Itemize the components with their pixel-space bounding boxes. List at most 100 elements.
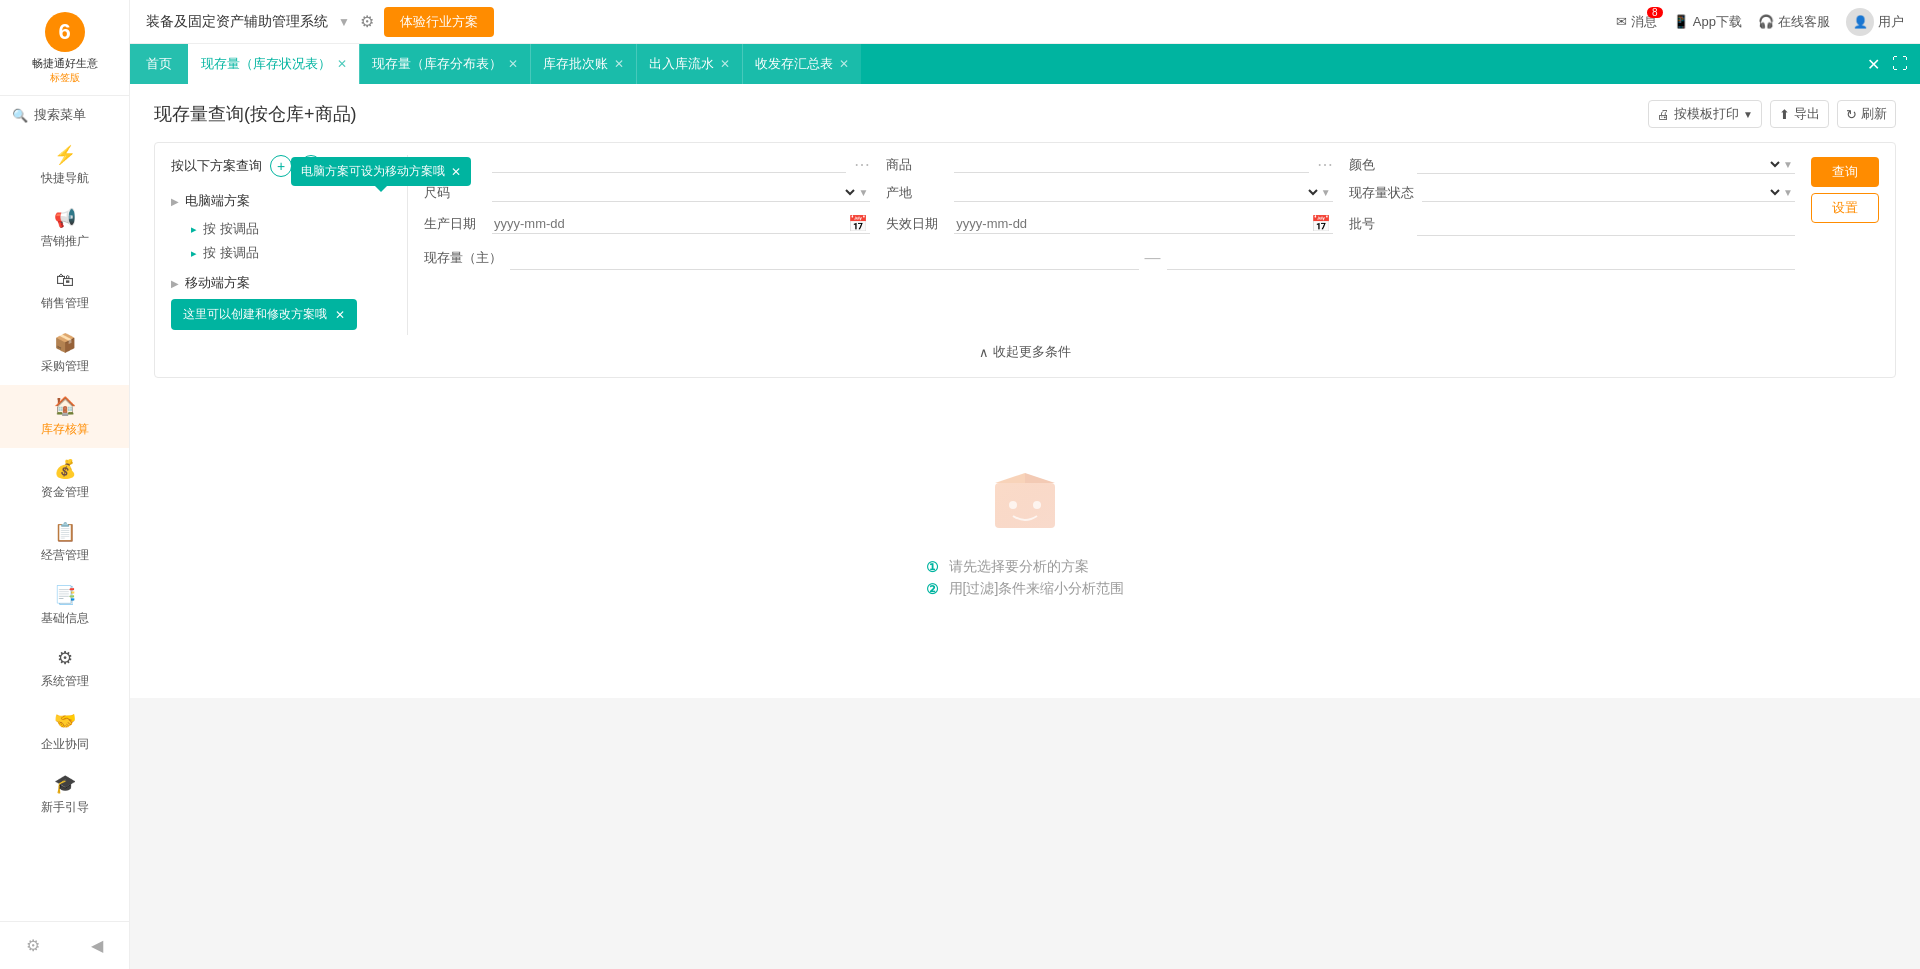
filter-color: 颜色 ▼ bbox=[1349, 155, 1795, 174]
filter-row-3: 生产日期 📅 失效日期 � bbox=[424, 212, 1795, 236]
mobile-scheme-node[interactable]: ▶ 移动端方案 bbox=[171, 271, 391, 295]
exp-date-label: 失效日期 bbox=[886, 215, 946, 233]
sidebar-item-zijin[interactable]: 💰 资金管理 bbox=[0, 448, 129, 511]
sidebar-item-kuaijie[interactable]: ⚡ 快捷导航 bbox=[0, 134, 129, 197]
tab-batch[interactable]: 库存批次账 ✕ bbox=[530, 44, 636, 84]
exp-date-start-wrap: 📅 bbox=[954, 214, 1332, 234]
tab-close-inout[interactable]: ✕ bbox=[720, 57, 730, 71]
filter-fields: 仓库 ⋯ 商品 bbox=[424, 155, 1795, 278]
content-area: 现存量查询(按仓库+商品) 🖨 按模板打印 ▼ ⬆ 导出 ↻ 刷新 bbox=[130, 84, 1920, 969]
pc-scheme-label: 电脑端方案 bbox=[185, 192, 250, 210]
settings-icon[interactable]: ⚙ bbox=[360, 12, 374, 31]
filter-row-4: 现存量（主） — bbox=[424, 246, 1795, 270]
message-button[interactable]: ✉ 消息 8 bbox=[1616, 13, 1657, 31]
origin-select[interactable] bbox=[956, 184, 1320, 201]
scheme-child-2[interactable]: ▸ 按 接调品 bbox=[191, 241, 391, 265]
size-select[interactable] bbox=[494, 184, 858, 201]
sidebar-item-xiaoshou[interactable]: 🛍 销售管理 bbox=[0, 260, 129, 322]
sidebar-nav: ⚡ 快捷导航 📢 营销推广 🛍 销售管理 📦 采购管理 🏠 库存核算 💰 资金管… bbox=[0, 134, 129, 921]
filter-exp-date: 失效日期 📅 bbox=[886, 212, 1332, 236]
tip1-num: ① bbox=[926, 559, 939, 575]
pc-scheme-node[interactable]: ▶ 电脑端方案 bbox=[171, 189, 391, 213]
filter-warehouse: 仓库 ⋯ bbox=[424, 155, 870, 174]
search-icon: 🔍 bbox=[12, 108, 28, 123]
collapse-label: 收起更多条件 bbox=[993, 343, 1071, 361]
search-menu-item[interactable]: 🔍 搜索菜单 bbox=[0, 96, 129, 134]
tab-maximize-button[interactable]: ⛶ bbox=[1888, 51, 1912, 77]
print-button[interactable]: 🖨 按模板打印 ▼ bbox=[1648, 100, 1762, 128]
filter-stock-status: 现存量状态 ▼ bbox=[1349, 184, 1795, 202]
tab-inventory-status[interactable]: 现存量（库存状况表） ✕ bbox=[188, 44, 359, 84]
batch-no-input[interactable] bbox=[1417, 212, 1795, 236]
tab-close-collect[interactable]: ✕ bbox=[839, 57, 849, 71]
stock-status-select[interactable] bbox=[1424, 184, 1783, 201]
nav-label: 资金管理 bbox=[41, 484, 89, 501]
collapse-sidebar-button[interactable]: ◀ bbox=[83, 932, 111, 959]
warehouse-dots[interactable]: ⋯ bbox=[854, 155, 870, 174]
collapse-button[interactable]: ∧ 收起更多条件 bbox=[967, 339, 1083, 365]
scheme-child-1[interactable]: ▸ 按 按调品 bbox=[191, 217, 391, 241]
sidebar-item-xinshou[interactable]: 🎓 新手引导 bbox=[0, 763, 129, 826]
handshake-icon: 🤝 bbox=[54, 710, 76, 732]
tab-close-batch[interactable]: ✕ bbox=[614, 57, 624, 71]
tooltip-scheme-text: 这里可以创建和修改方案哦 bbox=[183, 306, 327, 323]
sidebar-item-jichu[interactable]: 📑 基础信息 bbox=[0, 574, 129, 637]
sidebar-item-qiye[interactable]: 🤝 企业协同 bbox=[0, 700, 129, 763]
refresh-button[interactable]: ↻ 刷新 bbox=[1837, 100, 1896, 128]
sidebar-item-jingying[interactable]: 📋 经营管理 bbox=[0, 511, 129, 574]
origin-select-wrap: ▼ bbox=[954, 184, 1332, 202]
tab-collect[interactable]: 收发存汇总表 ✕ bbox=[742, 44, 861, 84]
tab-close-inventory-status[interactable]: ✕ bbox=[337, 57, 347, 71]
color-chevron: ▼ bbox=[1783, 159, 1793, 170]
prod-date-cal-icon[interactable]: 📅 bbox=[848, 214, 868, 233]
tab-inout[interactable]: 出入库流水 ✕ bbox=[636, 44, 742, 84]
online-service-button[interactable]: 🎧 在线客服 bbox=[1758, 13, 1830, 31]
origin-label: 产地 bbox=[886, 184, 946, 202]
money-icon: 💰 bbox=[54, 458, 76, 480]
page-header: 现存量查询(按仓库+商品) 🖨 按模板打印 ▼ ⬆ 导出 ↻ 刷新 bbox=[154, 100, 1896, 128]
set-button[interactable]: 设置 bbox=[1811, 193, 1879, 223]
industry-plan-button[interactable]: 体验行业方案 bbox=[384, 7, 494, 37]
tooltip-pc: 电脑方案可设为移动方案哦 ✕ bbox=[291, 157, 471, 186]
message-icon: ✉ bbox=[1616, 14, 1627, 29]
export-button[interactable]: ⬆ 导出 bbox=[1770, 100, 1829, 128]
stock-qty-end[interactable] bbox=[1167, 246, 1796, 270]
exp-date-cal-icon[interactable]: 📅 bbox=[1311, 214, 1331, 233]
system-title: 装备及固定资产辅助管理系统 bbox=[146, 13, 328, 31]
prod-date-start[interactable] bbox=[494, 216, 848, 231]
empty-text: ① 请先选择要分析的方案 ② 用[过滤]条件来缩小分析范围 bbox=[926, 554, 1125, 602]
refresh-icon: ↻ bbox=[1846, 107, 1857, 122]
tooltip-pc-close[interactable]: ✕ bbox=[451, 165, 461, 179]
tab-close-all-button[interactable]: ✕ bbox=[1863, 51, 1884, 78]
collapse-up-icon: ∧ bbox=[979, 345, 989, 360]
search-menu-label: 搜索菜单 bbox=[34, 106, 86, 124]
product-dots[interactable]: ⋯ bbox=[1317, 155, 1333, 174]
app-download-button[interactable]: 📱 App下载 bbox=[1673, 13, 1742, 31]
tab-home[interactable]: 首页 bbox=[130, 44, 188, 84]
sidebar-item-xitong[interactable]: ⚙ 系统管理 bbox=[0, 637, 129, 700]
tab-inventory-dist[interactable]: 现存量（库存分布表） ✕ bbox=[359, 44, 530, 84]
color-select[interactable] bbox=[1419, 156, 1783, 173]
user-menu[interactable]: 👤 用户 bbox=[1846, 8, 1904, 36]
user-avatar: 👤 bbox=[1846, 8, 1874, 36]
nav-label: 新手引导 bbox=[41, 799, 89, 816]
svg-point-1 bbox=[1009, 501, 1017, 509]
exp-date-start[interactable] bbox=[956, 216, 1310, 231]
tooltip-scheme-close[interactable]: ✕ bbox=[335, 308, 345, 322]
sidebar-item-caigou[interactable]: 📦 采购管理 bbox=[0, 322, 129, 385]
pc-arrow-icon: ▶ bbox=[171, 196, 179, 207]
stock-qty-start[interactable] bbox=[510, 246, 1139, 270]
tab-close-inventory-dist[interactable]: ✕ bbox=[508, 57, 518, 71]
add-scheme-button[interactable]: + bbox=[270, 155, 292, 177]
sidebar-item-yingxiao[interactable]: 📢 营销推广 bbox=[0, 197, 129, 260]
settings-button[interactable]: ⚙ bbox=[18, 932, 48, 959]
warehouse-input[interactable] bbox=[494, 157, 844, 172]
search-button[interactable]: 查询 bbox=[1811, 157, 1879, 187]
filter-prod-date: 生产日期 📅 bbox=[424, 212, 870, 236]
tab-bar: 首页 现存量（库存状况表） ✕ 现存量（库存分布表） ✕ 库存批次账 ✕ 出入库… bbox=[130, 44, 1920, 84]
sidebar-item-kucun[interactable]: 🏠 库存核算 bbox=[0, 385, 129, 448]
content-inner: 现存量查询(按仓库+商品) 🖨 按模板打印 ▼ ⬆ 导出 ↻ 刷新 bbox=[130, 84, 1920, 698]
top-header: 装备及固定资产辅助管理系统 ▼ ⚙ 体验行业方案 ✉ 消息 8 📱 App下载 … bbox=[130, 0, 1920, 44]
product-input[interactable] bbox=[956, 157, 1306, 172]
product-label: 商品 bbox=[886, 156, 946, 174]
